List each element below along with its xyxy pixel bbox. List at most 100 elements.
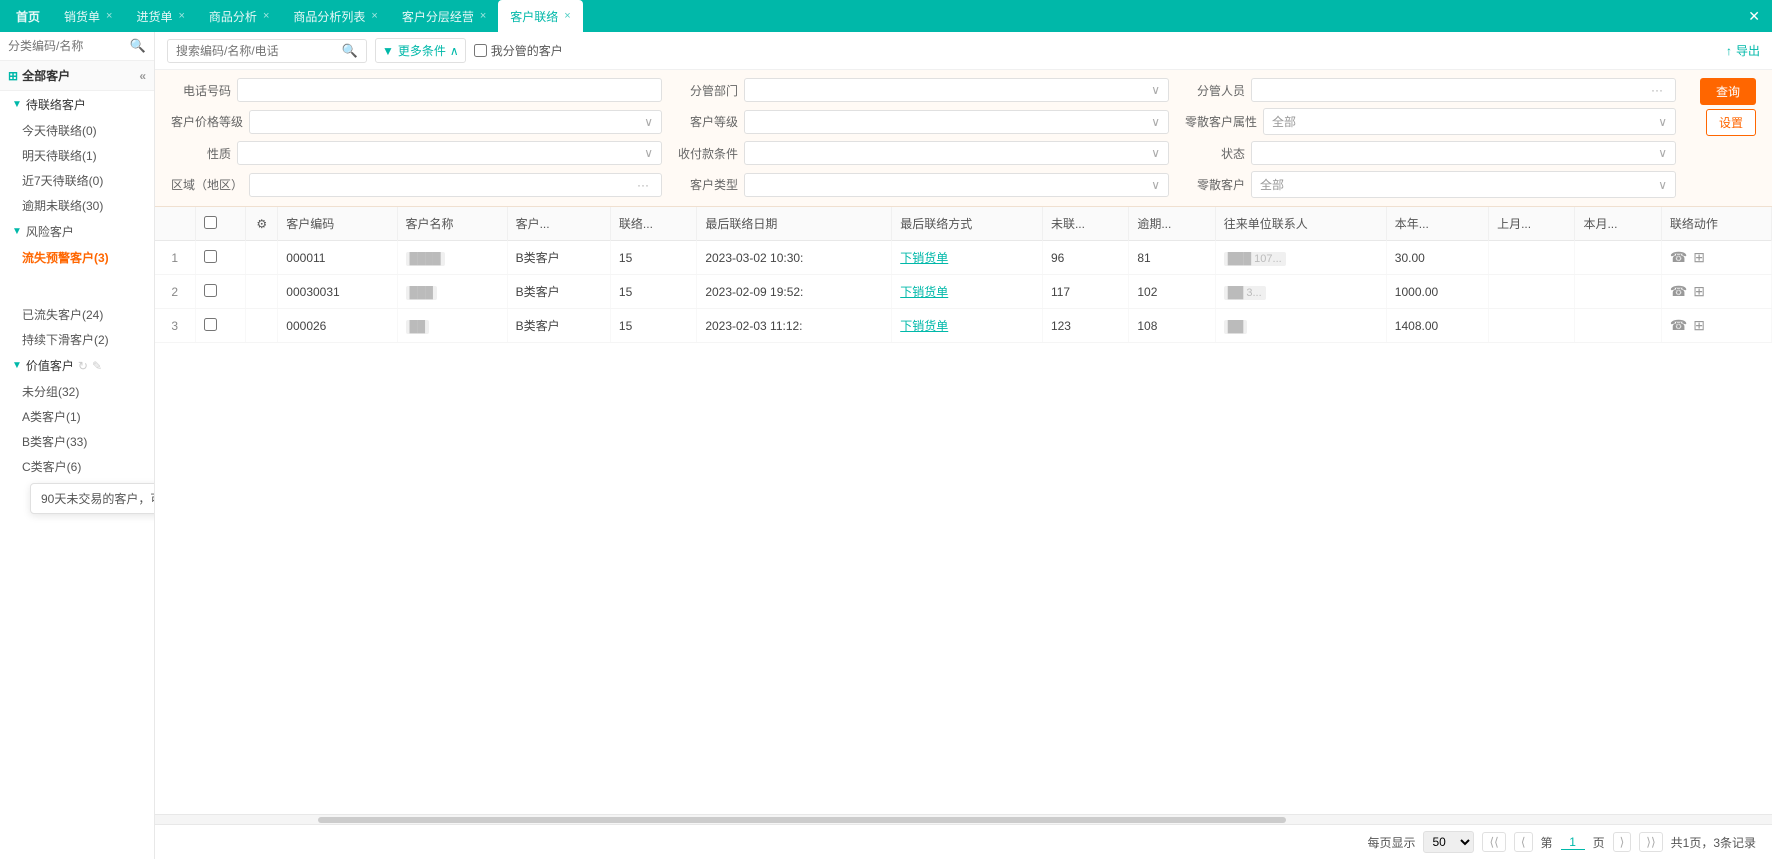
close-purchase-tab[interactable]: × <box>178 10 184 22</box>
customer-level-label: 客户等级 <box>678 113 738 130</box>
more-icon-1[interactable]: ⊞ <box>1693 249 1705 266</box>
customer-level-select[interactable]: ∨ <box>744 110 1169 134</box>
sidebar-item-churn-warning[interactable]: 流失预警客户(3) <box>0 245 154 270</box>
retail-attr-select[interactable]: 全部 ∨ <box>1263 108 1676 135</box>
cell-setting-2 <box>246 275 278 309</box>
page-number-input[interactable]: 1 <box>1561 835 1585 850</box>
cell-index-1: 1 <box>155 241 195 275</box>
sidebar-item-7days[interactable]: 近7天待联络(0) <box>0 168 154 193</box>
page-label: 第 <box>1541 834 1553 851</box>
all-customers-header[interactable]: ⊞ 全部客户 « <box>0 61 154 91</box>
section-pending-contact[interactable]: ▼ 待联络客户 <box>0 91 154 118</box>
status-select[interactable]: ∨ <box>1251 141 1676 165</box>
tab-product-analysis[interactable]: 商品分析 × <box>197 0 281 32</box>
method-link-3[interactable]: 下销货单 <box>900 319 948 333</box>
retail-attr-chevron: ∨ <box>1658 115 1667 129</box>
cell-action-2: ☎ ⊞ <box>1661 275 1771 309</box>
page-suffix: 页 <box>1593 834 1605 851</box>
close-customer-contact-tab[interactable]: × <box>564 10 570 22</box>
close-product-analysis-tab[interactable]: × <box>263 10 269 22</box>
contact-icon-1[interactable]: ☎ <box>1670 249 1687 266</box>
page-size-select[interactable]: 50 100 200 <box>1423 831 1474 853</box>
sidebar-item-churned[interactable]: 已流失客户(24) <box>0 302 154 327</box>
sidebar-item-today[interactable]: 今天待联络(0) <box>0 118 154 143</box>
collapse-icon[interactable]: « <box>139 69 146 83</box>
setting-button[interactable]: 设置 <box>1706 109 1756 136</box>
contact-icon-2[interactable]: ☎ <box>1670 283 1687 300</box>
sidebar-item-declining[interactable]: 持续下滑客户(2) <box>0 327 154 352</box>
tab-customer-layer[interactable]: 客户分层经营 × <box>390 0 498 32</box>
search-input[interactable] <box>176 44 338 58</box>
cell-type-3: B类客户 <box>507 309 610 343</box>
cell-index-3: 3 <box>155 309 195 343</box>
more-icon-2[interactable]: ⊞ <box>1693 283 1705 300</box>
sidebar-item-class-b[interactable]: B类客户(33) <box>0 429 154 454</box>
cell-unit-1: ███ 107... <box>1215 241 1386 275</box>
horizontal-scrollbar[interactable] <box>155 814 1772 824</box>
sidebar-item-tomorrow[interactable]: 明天待联络(1) <box>0 143 154 168</box>
customer-level-chevron: ∨ <box>1151 115 1160 129</box>
manager-dots[interactable]: ··· <box>1647 83 1667 97</box>
row-checkbox-3[interactable] <box>204 318 217 331</box>
tab-customer-contact[interactable]: 客户联络 × <box>498 0 582 32</box>
search-icon[interactable]: 🔍 <box>342 43 358 59</box>
tab-purchase[interactable]: 进货单 × <box>124 0 196 32</box>
filter-cell-retail-customer: 零散客户 全部 ∨ <box>1185 171 1692 198</box>
region-dots[interactable]: ··· <box>633 178 653 192</box>
price-level-select[interactable]: ∨ <box>249 110 662 134</box>
select-all-checkbox[interactable] <box>204 216 217 229</box>
filter-row-3: 性质 ∨ 收付款条件 ∨ <box>171 141 1692 165</box>
next-page-btn[interactable]: ⟩ <box>1613 832 1632 852</box>
th-setting[interactable]: ⚙ <box>246 207 278 241</box>
more-conditions-btn[interactable]: ▼ 更多条件 ∧ <box>375 38 466 63</box>
manager-label: 分管人员 <box>1185 82 1245 99</box>
section-risk-customers[interactable]: ▼ 风险客户 <box>0 218 154 245</box>
last-page-btn[interactable]: ⟩⟩ <box>1639 832 1662 852</box>
dept-select[interactable]: ∨ <box>744 78 1169 102</box>
sidebar-item-class-a[interactable]: A类客户(1) <box>0 404 154 429</box>
row-checkbox-1[interactable] <box>204 250 217 263</box>
manager-select[interactable]: ··· <box>1251 78 1676 102</box>
scroll-thumb[interactable] <box>318 817 1286 823</box>
query-button[interactable]: 查询 <box>1700 78 1756 105</box>
nature-select[interactable]: ∨ <box>237 141 662 165</box>
close-customer-layer-tab[interactable]: × <box>480 10 486 22</box>
risk-arrow-icon: ▼ <box>12 226 22 237</box>
first-page-btn[interactable]: ⟨⟨ <box>1482 832 1505 852</box>
section-value-customers[interactable]: ▼ 价值客户 ↻ ✎ <box>0 352 154 379</box>
sidebar-item-ungrouped[interactable]: 未分组(32) <box>0 379 154 404</box>
value-edit-icon[interactable]: ✎ <box>92 359 102 373</box>
method-link-2[interactable]: 下销货单 <box>900 285 948 299</box>
customer-type-select[interactable]: ∨ <box>744 173 1169 197</box>
prev-page-btn[interactable]: ⟨ <box>1514 832 1533 852</box>
export-btn[interactable]: ↑ 导出 <box>1726 42 1760 59</box>
method-link-1[interactable]: 下销货单 <box>900 251 948 265</box>
tab-product-list[interactable]: 商品分析列表 × <box>281 0 389 32</box>
payment-select[interactable]: ∨ <box>744 141 1169 165</box>
th-this-month: 本月... <box>1575 207 1661 241</box>
row-checkbox-2[interactable] <box>204 284 217 297</box>
phone-input[interactable] <box>237 78 662 102</box>
contact-icon-3[interactable]: ☎ <box>1670 317 1687 334</box>
value-refresh-icon[interactable]: ↻ <box>78 359 88 373</box>
close-sales-tab[interactable]: × <box>106 10 112 22</box>
window-close-btn[interactable]: ✕ <box>1740 8 1768 25</box>
table-row: 2 00030031 ███ B类客户 15 2023-02-09 19:52:… <box>155 275 1772 309</box>
filter-panel: 电话号码 分管部门 ∨ 分管人员 <box>155 70 1772 207</box>
my-customers-checkbox[interactable] <box>474 44 487 57</box>
sidebar-item-overdue[interactable]: 逾期未联络(30) <box>0 193 154 218</box>
tab-sales[interactable]: 销货单 × <box>52 0 124 32</box>
sidebar-item-class-c[interactable]: C类客户(6) <box>0 454 154 479</box>
region-select[interactable]: ··· <box>249 173 662 197</box>
status-label: 状态 <box>1185 145 1245 162</box>
close-product-list-tab[interactable]: × <box>371 10 377 22</box>
cell-year-1: 30.00 <box>1386 241 1488 275</box>
more-icon-3[interactable]: ⊞ <box>1693 317 1705 334</box>
tab-home[interactable]: 首页 <box>4 0 52 32</box>
sidebar-search-input[interactable] <box>8 39 126 53</box>
filter-cell-customer-type: 客户类型 ∨ <box>678 173 1185 197</box>
customer-table: ⚙ 客户编码 客户名称 客户... 联络... 最后联络日期 最后联络方式 未联… <box>155 207 1772 343</box>
retail-customer-select[interactable]: 全部 ∨ <box>1251 171 1676 198</box>
cell-lmonth-2 <box>1489 275 1575 309</box>
status-chevron: ∨ <box>1658 146 1667 160</box>
